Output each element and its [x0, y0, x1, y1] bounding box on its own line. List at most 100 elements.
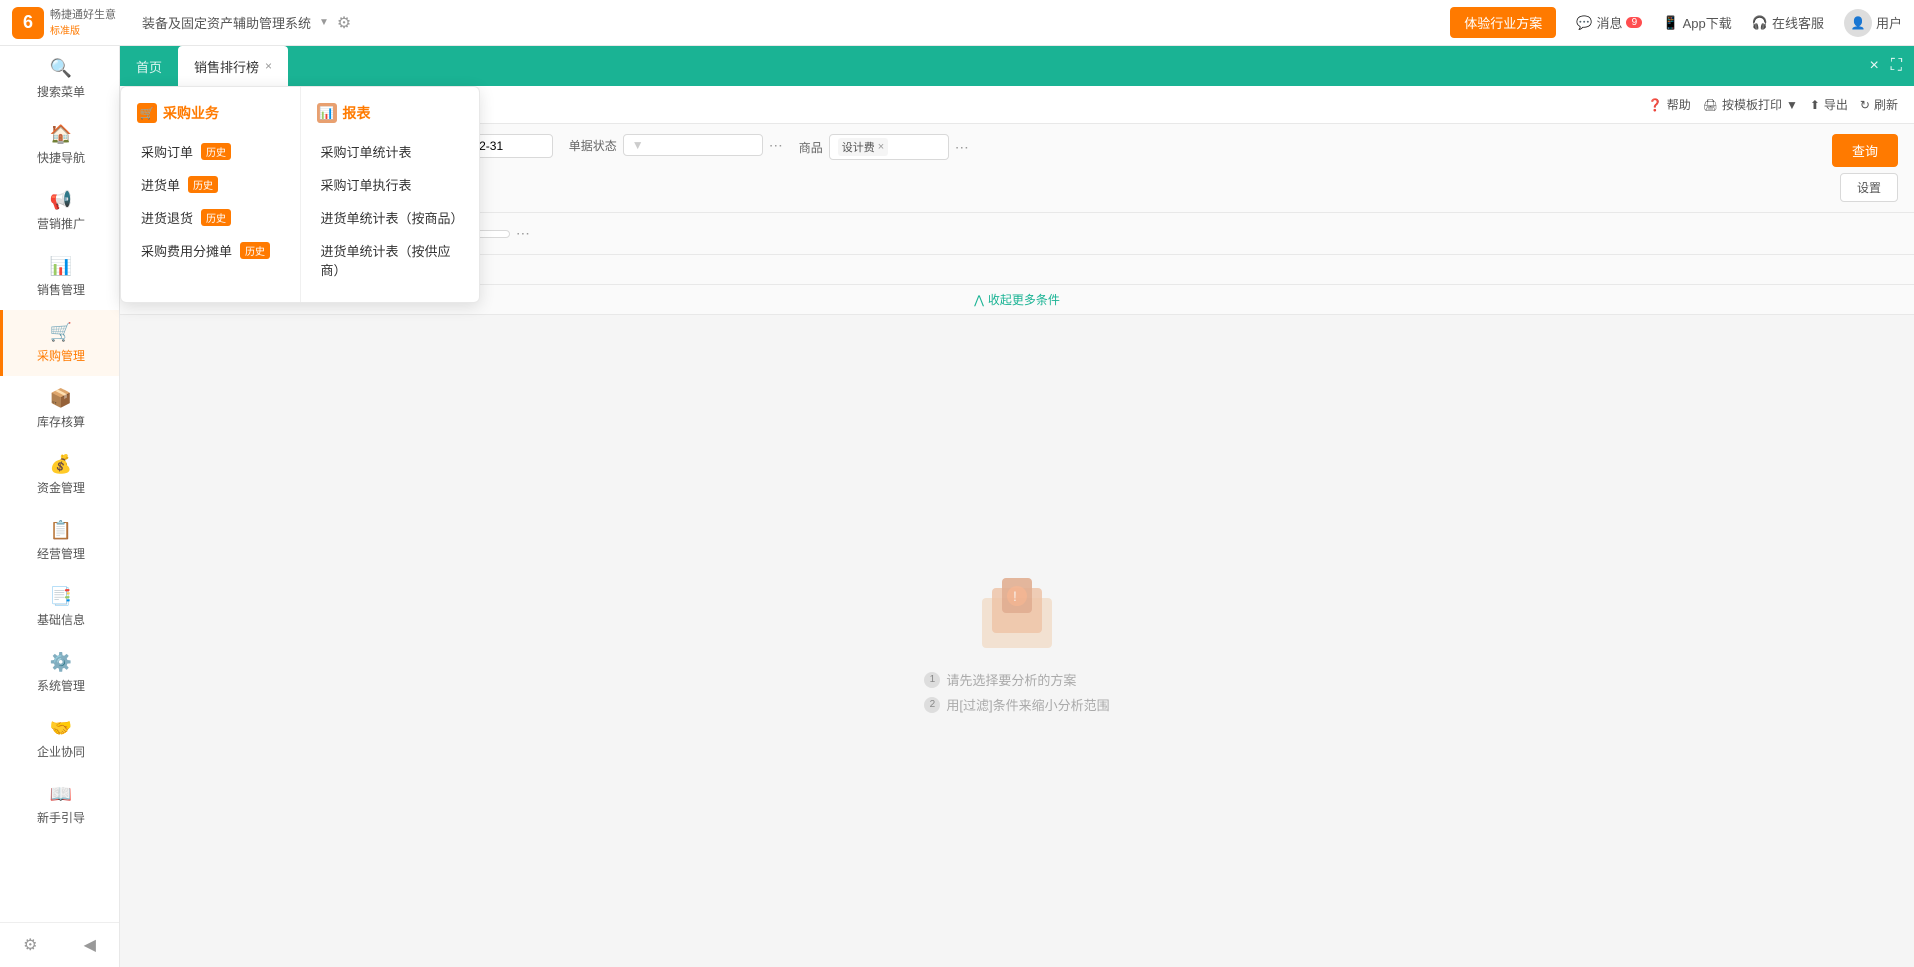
help-icon: ❓	[1648, 98, 1663, 112]
status-filter-group: 单据状态 ▼ ⋯	[569, 134, 783, 156]
title-dropdown-arrow[interactable]: ▼	[319, 17, 329, 28]
sidebar-footer: ⚙ ◀	[0, 922, 119, 967]
menu-col-report: 📊 报表 采购订单统计表 采购订单执行表 进货单统计表（按商品） 进货单统计表（…	[301, 87, 480, 302]
purchase-menu-title: 🛒 采购业务	[137, 103, 284, 123]
collapse-icon: ⋀	[974, 293, 984, 307]
guide-icon: 📖	[50, 784, 72, 805]
system-icon: ⚙️	[50, 652, 72, 673]
menu-item-expense[interactable]: 采购费用分摊单 历史	[137, 234, 284, 267]
tab-close-all-btn[interactable]: ×	[1869, 57, 1878, 75]
menu-badge-expense: 历史	[240, 242, 270, 259]
sidebar-item-search[interactable]: 🔍 搜索菜单	[0, 46, 119, 112]
enterprise-icon: 🤝	[50, 718, 72, 739]
online-service-btn[interactable]: 🎧 在线客服	[1752, 13, 1824, 32]
tab-bar-actions: × ⛶	[1857, 57, 1914, 75]
status-dots-btn[interactable]: ⋯	[769, 137, 783, 154]
sidebar-item-operation[interactable]: 📋 经营管理	[0, 508, 119, 574]
goods-input[interactable]: 设计费 ×	[829, 134, 949, 160]
sidebar-item-system[interactable]: ⚙️ 系统管理	[0, 640, 119, 706]
message-badge: 9	[1626, 17, 1642, 28]
sidebar-item-marketing[interactable]: 📢 营销推广	[0, 178, 119, 244]
menu-badge-return: 历史	[201, 209, 231, 226]
industry-btn[interactable]: 体验行业方案	[1450, 7, 1556, 38]
system-title-text: 装备及固定资产辅助管理系统	[142, 13, 311, 32]
goods-tag: 设计费 ×	[838, 138, 888, 156]
export-icon: ⬆	[1810, 98, 1820, 112]
help-btn[interactable]: ❓ 帮助	[1648, 96, 1691, 113]
menu-item-po-exec[interactable]: 采购订单执行表	[317, 168, 464, 201]
refresh-icon: ↻	[1860, 98, 1870, 112]
empty-tips: 1 请先选择要分析的方案 2 用[过滤]条件来缩小分析范围	[924, 670, 1109, 714]
sales-icon: 📊	[50, 256, 72, 277]
logo-name: 畅捷通好生意	[50, 8, 116, 22]
menu-badge-po: 历史	[201, 143, 231, 160]
print-btn[interactable]: 🖨 按模板打印 ▼	[1703, 96, 1798, 113]
empty-state: ! 1 请先选择要分析的方案 2 用[过滤]条件来缩小分析范围	[120, 315, 1914, 967]
menu-item-return[interactable]: 进货退货 历史	[137, 201, 284, 234]
logo-area: 6 畅捷通好生意 标准版	[12, 7, 132, 39]
app-download-btn[interactable]: 📱 App下载	[1662, 13, 1731, 32]
menu-badge-receipt: 历史	[188, 176, 218, 193]
salesperson-dots-btn[interactable]: ⋯	[516, 225, 530, 242]
message-btn[interactable]: 💬 消息 9	[1576, 13, 1642, 32]
sidebar-settings-btn[interactable]: ⚙	[19, 931, 41, 959]
menu-col-purchase: 🛒 采购业务 采购订单 历史 进货单 历史 进货退货 历史 采购费用分摊单 历史	[121, 87, 301, 302]
system-title-area: 装备及固定资产辅助管理系统 ▼ ⚙	[132, 13, 1450, 33]
header-right: 💬 消息 9 📱 App下载 🎧 在线客服 👤 用户	[1576, 9, 1902, 37]
tab-bar: 首页 销售排行榜 × × ⛶	[120, 46, 1914, 86]
svg-text:!: !	[1013, 588, 1017, 604]
tab-fullscreen-btn[interactable]: ⛶	[1891, 57, 1902, 75]
purchase-icon: 🛒	[50, 322, 72, 343]
goods-filter-group: 商品 设计费 × ⋯	[799, 134, 969, 160]
message-icon: 💬	[1576, 15, 1592, 31]
print-icon: 🖨	[1703, 98, 1718, 112]
tab-sales-rank[interactable]: 销售排行榜 ×	[178, 46, 288, 86]
settings-btn[interactable]: 设置	[1840, 173, 1898, 202]
headset-icon: 🎧	[1752, 15, 1768, 31]
sidebar-collapse-btn[interactable]: ◀	[80, 931, 100, 959]
logo-badge: 标准版	[50, 22, 116, 37]
empty-tip-2: 2 用[过滤]条件来缩小分析范围	[924, 695, 1109, 714]
info-icon: 📑	[50, 586, 72, 607]
user-btn[interactable]: 👤 用户	[1844, 9, 1902, 37]
goods-label: 商品	[799, 139, 823, 156]
query-btn-area: 查询 设置	[1832, 134, 1898, 202]
sidebar-item-inventory[interactable]: 📦 库存核算	[0, 376, 119, 442]
refresh-btn[interactable]: ↻ 刷新	[1860, 96, 1898, 113]
menu-item-receipt-goods[interactable]: 进货单统计表（按商品）	[317, 201, 464, 234]
operation-icon: 📋	[50, 520, 72, 541]
top-header: 6 畅捷通好生意 标准版 装备及固定资产辅助管理系统 ▼ ⚙ 体验行业方案 💬 …	[0, 0, 1914, 46]
avatar: 👤	[1844, 9, 1872, 37]
sidebar-item-sales[interactable]: 📊 销售管理	[0, 244, 119, 310]
tab-home[interactable]: 首页	[120, 46, 178, 86]
goods-dots-btn[interactable]: ⋯	[955, 139, 969, 156]
goods-tag-remove[interactable]: ×	[878, 141, 884, 153]
sidebar-item-purchase[interactable]: 🛒 采购管理	[0, 310, 119, 376]
tab-close-btn[interactable]: ×	[265, 59, 272, 73]
logo-icon: 6	[12, 7, 44, 39]
status-label: 单据状态	[569, 137, 617, 154]
title-settings-icon[interactable]: ⚙	[337, 13, 351, 33]
sidebar-item-guide[interactable]: 📖 新手引导	[0, 772, 119, 838]
menu-item-po-stat[interactable]: 采购订单统计表	[317, 135, 464, 168]
finance-icon: 💰	[50, 454, 72, 475]
menu-item-po[interactable]: 采购订单 历史	[137, 135, 284, 168]
sidebar-item-basic-info[interactable]: 📑 基础信息	[0, 574, 119, 640]
menu-item-receipt[interactable]: 进货单 历史	[137, 168, 284, 201]
sidebar-item-enterprise[interactable]: 🤝 企业协同	[0, 706, 119, 772]
sidebar-item-finance[interactable]: 💰 资金管理	[0, 442, 119, 508]
search-icon: 🔍	[50, 58, 72, 79]
report-title-icon: 📊	[317, 103, 337, 123]
sidebar-item-nav[interactable]: 🏠 快捷导航	[0, 112, 119, 178]
empty-tip-1: 1 请先选择要分析的方案	[924, 670, 1109, 689]
marketing-icon: 📢	[50, 190, 72, 211]
filter-actions: ❓ 帮助 🖨 按模板打印 ▼ ⬆ 导出 ↻ 刷新	[1648, 96, 1898, 113]
purchase-title-icon: 🛒	[137, 103, 157, 123]
sidebar: 🔍 搜索菜单 🏠 快捷导航 📢 营销推广 📊 销售管理 🛒 采购管理 📦 库存核…	[0, 46, 120, 967]
status-input[interactable]: ▼	[623, 134, 763, 156]
export-btn[interactable]: ⬆ 导出	[1810, 96, 1848, 113]
print-dropdown-icon[interactable]: ▼	[1786, 98, 1798, 112]
menu-item-receipt-supplier[interactable]: 进货单统计表（按供应商）	[317, 234, 464, 286]
query-btn[interactable]: 查询	[1832, 134, 1898, 167]
home-icon: 🏠	[50, 124, 72, 145]
